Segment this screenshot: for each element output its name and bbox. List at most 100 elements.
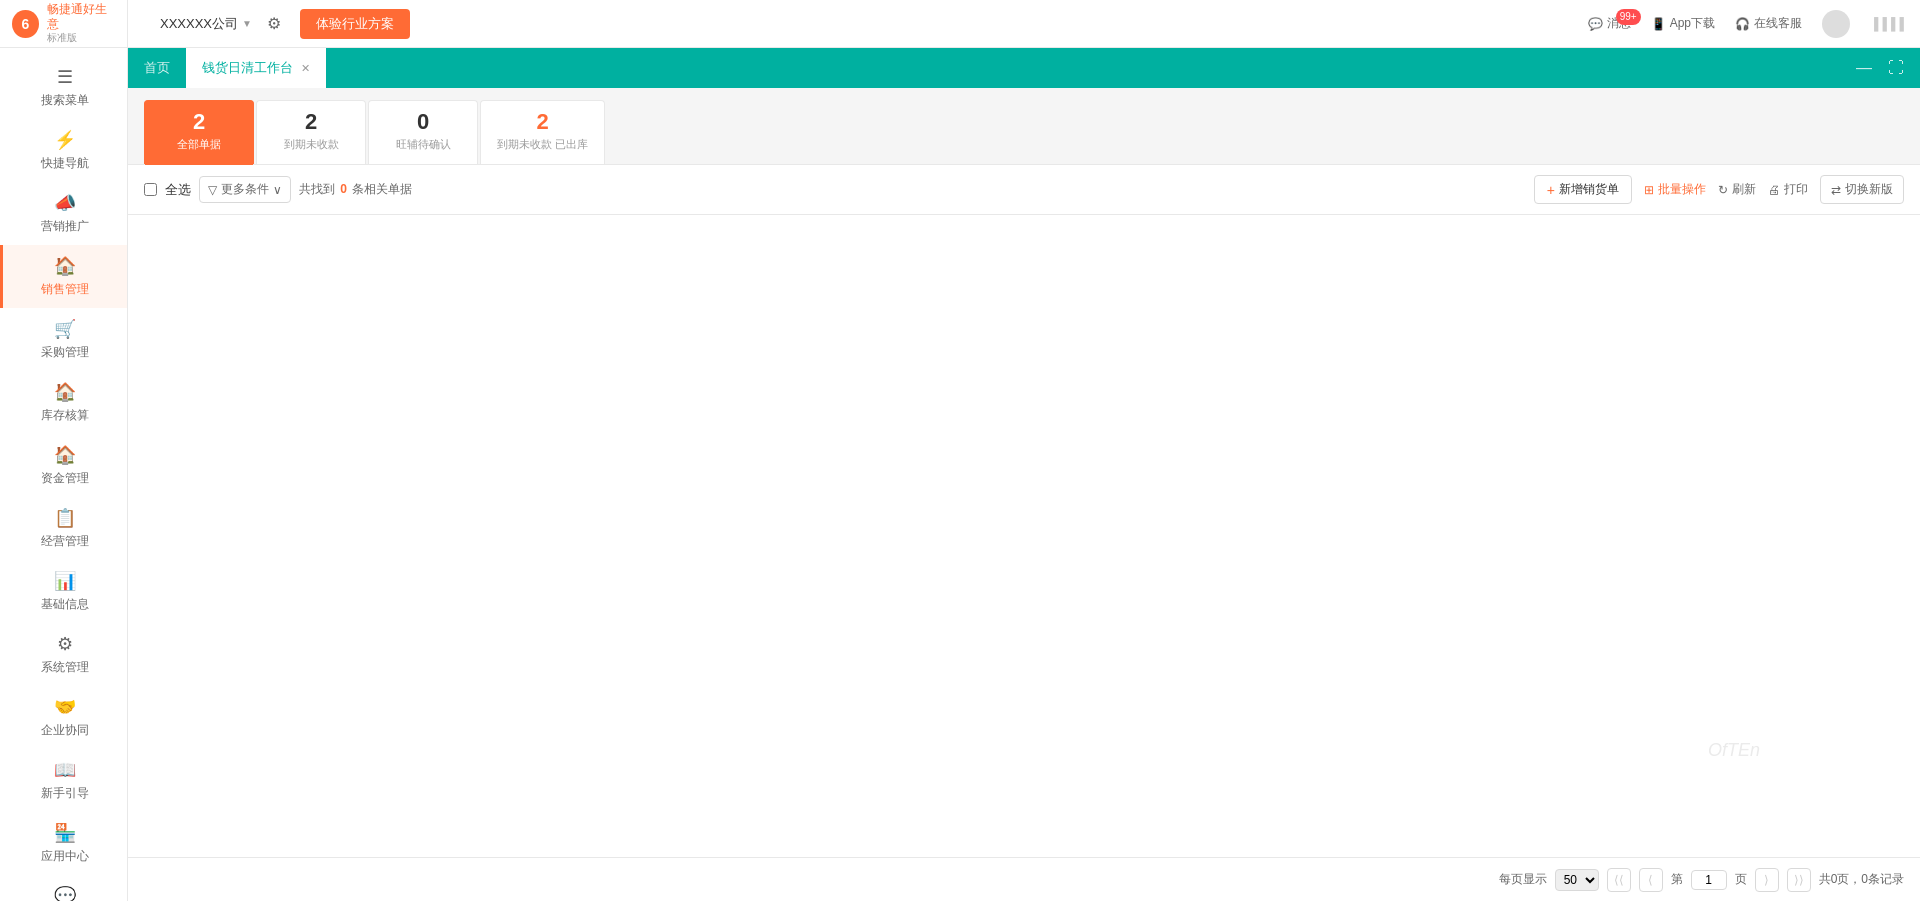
online-service-label: 在线客服 — [1754, 15, 1802, 32]
content-area: 2 全部单据 2 到期未收款 0 旺辅待确认 2 到期未收款 已出库 全选 — [128, 88, 1920, 901]
sidebar-item-label: 采购管理 — [41, 344, 89, 361]
sidebar-item-basic[interactable]: 📊 基础信息 — [0, 560, 127, 623]
last-page-button[interactable]: ⟩⟩ — [1787, 868, 1811, 892]
app-download-label: App下载 — [1670, 15, 1715, 32]
stat-tab-overdue[interactable]: 2 到期未收款 — [256, 100, 366, 164]
nav-tabs: 首页 钱货日清工作台 ✕ — ⛶ — [128, 48, 1920, 88]
sidebar-menu: ☰ 搜索菜单 ⚡ 快捷导航 📣 营销推广 🏠 销售管理 🛒 采购管理 🏠 库存核… — [0, 48, 127, 901]
next-page-button[interactable]: ⟩ — [1755, 868, 1779, 892]
sidebar-item-label: 基础信息 — [41, 596, 89, 613]
maximize-icon[interactable]: ⛶ — [1884, 56, 1908, 80]
page-suffix: 页 — [1735, 871, 1747, 888]
stat-count-wangdian: 0 — [385, 111, 461, 133]
tab-workbench[interactable]: 钱货日清工作台 ✕ — [186, 48, 326, 88]
found-prefix: 共找到 — [299, 182, 335, 196]
print-button[interactable]: 🖨 打印 — [1768, 181, 1808, 198]
plus-icon: + — [1547, 182, 1555, 198]
filter-label: 更多条件 — [221, 181, 269, 198]
sidebar: 6 畅捷通好生意 标准版 ☰ 搜索菜单 ⚡ 快捷导航 📣 营销推广 🏠 销售管理… — [0, 0, 128, 901]
sidebar-item-label: 销售管理 — [41, 281, 89, 298]
main-content: 2 全部单据 2 到期未收款 0 旺辅待确认 2 到期未收款 已出库 全选 — [128, 88, 1920, 901]
message-button[interactable]: 💬 消息 99+ — [1588, 15, 1631, 32]
message-icon: 💬 — [1588, 17, 1603, 31]
page-size-select[interactable]: 50 — [1555, 869, 1599, 891]
sidebar-item-label: 经营管理 — [41, 533, 89, 550]
table-area — [128, 215, 1920, 857]
stat-label-overdue: 到期未收款 — [273, 137, 349, 152]
sales-icon: 🏠 — [54, 255, 76, 277]
user-name[interactable]: ▐▐▐▐ — [1870, 17, 1904, 31]
select-all-checkbox[interactable] — [144, 183, 157, 196]
sidebar-item-wechat[interactable]: 💬 企业微信 — [0, 875, 127, 901]
sidebar-item-label: 库存核算 — [41, 407, 89, 424]
sidebar-item-operations[interactable]: 📋 经营管理 — [0, 497, 127, 560]
batch-button[interactable]: ⊞ 批量操作 — [1644, 181, 1706, 198]
user-avatar[interactable] — [1822, 10, 1850, 38]
operations-icon: 📋 — [54, 507, 76, 529]
avatar-image — [1822, 10, 1850, 38]
sidebar-item-label: 资金管理 — [41, 470, 89, 487]
found-count: 0 — [340, 182, 347, 196]
company-name: XXXXXX公司 — [160, 15, 238, 33]
prev-page-button[interactable]: ⟨ — [1639, 868, 1663, 892]
app-download-button[interactable]: 📱 App下载 — [1651, 15, 1715, 32]
sidebar-item-apps[interactable]: 🏪 应用中心 — [0, 812, 127, 875]
print-icon: 🖨 — [1768, 183, 1780, 197]
trial-button[interactable]: 体验行业方案 — [300, 9, 410, 39]
online-service-button[interactable]: 🎧 在线客服 — [1735, 15, 1802, 32]
message-badge: 99+ — [1616, 9, 1641, 25]
settings-icon[interactable]: ⚙ — [260, 10, 288, 38]
sidebar-item-purchase[interactable]: 🛒 采购管理 — [0, 308, 127, 371]
sidebar-item-label: 应用中心 — [41, 848, 89, 865]
total-info: 共0页，0条记录 — [1819, 871, 1904, 888]
sidebar-item-label: 搜索菜单 — [41, 92, 89, 109]
new-sale-button[interactable]: + 新增销货单 — [1534, 175, 1632, 204]
sidebar-item-sales[interactable]: 🏠 销售管理 — [0, 245, 127, 308]
sidebar-item-label: 快捷导航 — [41, 155, 89, 172]
sidebar-item-label: 企业协同 — [41, 722, 89, 739]
sidebar-item-inventory[interactable]: 🏠 库存核算 — [0, 371, 127, 434]
refresh-icon: ↻ — [1718, 183, 1728, 197]
sidebar-item-finance[interactable]: 🏠 资金管理 — [0, 434, 127, 497]
stat-tab-wangdian[interactable]: 0 旺辅待确认 — [368, 100, 478, 164]
stat-tab-overdue-out[interactable]: 2 到期未收款 已出库 — [480, 100, 605, 164]
sidebar-item-cooperation[interactable]: 🤝 企业协同 — [0, 686, 127, 749]
username-text: ▐▐▐▐ — [1870, 17, 1904, 31]
filter-button[interactable]: ▽ 更多条件 ∨ — [199, 176, 291, 203]
sidebar-item-marketing[interactable]: 📣 营销推广 — [0, 182, 127, 245]
sidebar-item-guide[interactable]: 📖 新手引导 — [0, 749, 127, 812]
minimize-icon[interactable]: — — [1852, 56, 1876, 80]
per-page-label: 每页显示 — [1499, 871, 1547, 888]
select-all-label: 全选 — [165, 181, 191, 199]
company-selector[interactable]: XXXXXX公司 ▼ — [160, 15, 252, 33]
switch-icon: ⇄ — [1831, 183, 1841, 197]
wechat-icon: 💬 — [54, 885, 76, 901]
finance-icon: 🏠 — [54, 444, 76, 466]
stat-count-all: 2 — [161, 111, 237, 133]
stats-tabs: 2 全部单据 2 到期未收款 0 旺辅待确认 2 到期未收款 已出库 — [128, 88, 1920, 165]
tab-home[interactable]: 首页 — [128, 48, 186, 88]
toolbar-left: 全选 ▽ 更多条件 ∨ 共找到 0 条相关单据 — [144, 176, 1526, 203]
first-page-button[interactable]: ⟨⟨ — [1607, 868, 1631, 892]
sidebar-item-search[interactable]: ☰ 搜索菜单 — [0, 56, 127, 119]
refresh-button[interactable]: ↻ 刷新 — [1718, 181, 1756, 198]
page-input[interactable] — [1691, 870, 1727, 890]
switch-version-button[interactable]: ⇄ 切换新版 — [1820, 175, 1904, 204]
switch-label: 切换新版 — [1845, 181, 1893, 198]
often-watermark: OfTEn — [1708, 740, 1760, 761]
sidebar-item-quicknav[interactable]: ⚡ 快捷导航 — [0, 119, 127, 182]
logo-name: 畅捷通好生意 — [47, 2, 115, 31]
system-icon: ⚙ — [57, 633, 73, 655]
sidebar-item-system[interactable]: ⚙ 系统管理 — [0, 623, 127, 686]
nav-tab-actions: — ⛶ — [1852, 56, 1920, 80]
stat-tab-all[interactable]: 2 全部单据 — [144, 100, 254, 164]
logo-area: 6 畅捷通好生意 标准版 — [0, 0, 127, 48]
filter-icon: ▽ — [208, 183, 217, 197]
tab-underline — [145, 163, 253, 165]
print-label: 打印 — [1784, 181, 1808, 198]
stat-count-overdue-out: 2 — [497, 111, 588, 133]
pagination: 每页显示 50 ⟨⟨ ⟨ 第 页 ⟩ ⟩⟩ 共0页，0条记录 — [128, 857, 1920, 901]
sidebar-item-label: 系统管理 — [41, 659, 89, 676]
top-right: 💬 消息 99+ 📱 App下载 🎧 在线客服 ▐▐▐▐ — [1588, 10, 1904, 38]
close-tab-icon[interactable]: ✕ — [301, 62, 310, 75]
